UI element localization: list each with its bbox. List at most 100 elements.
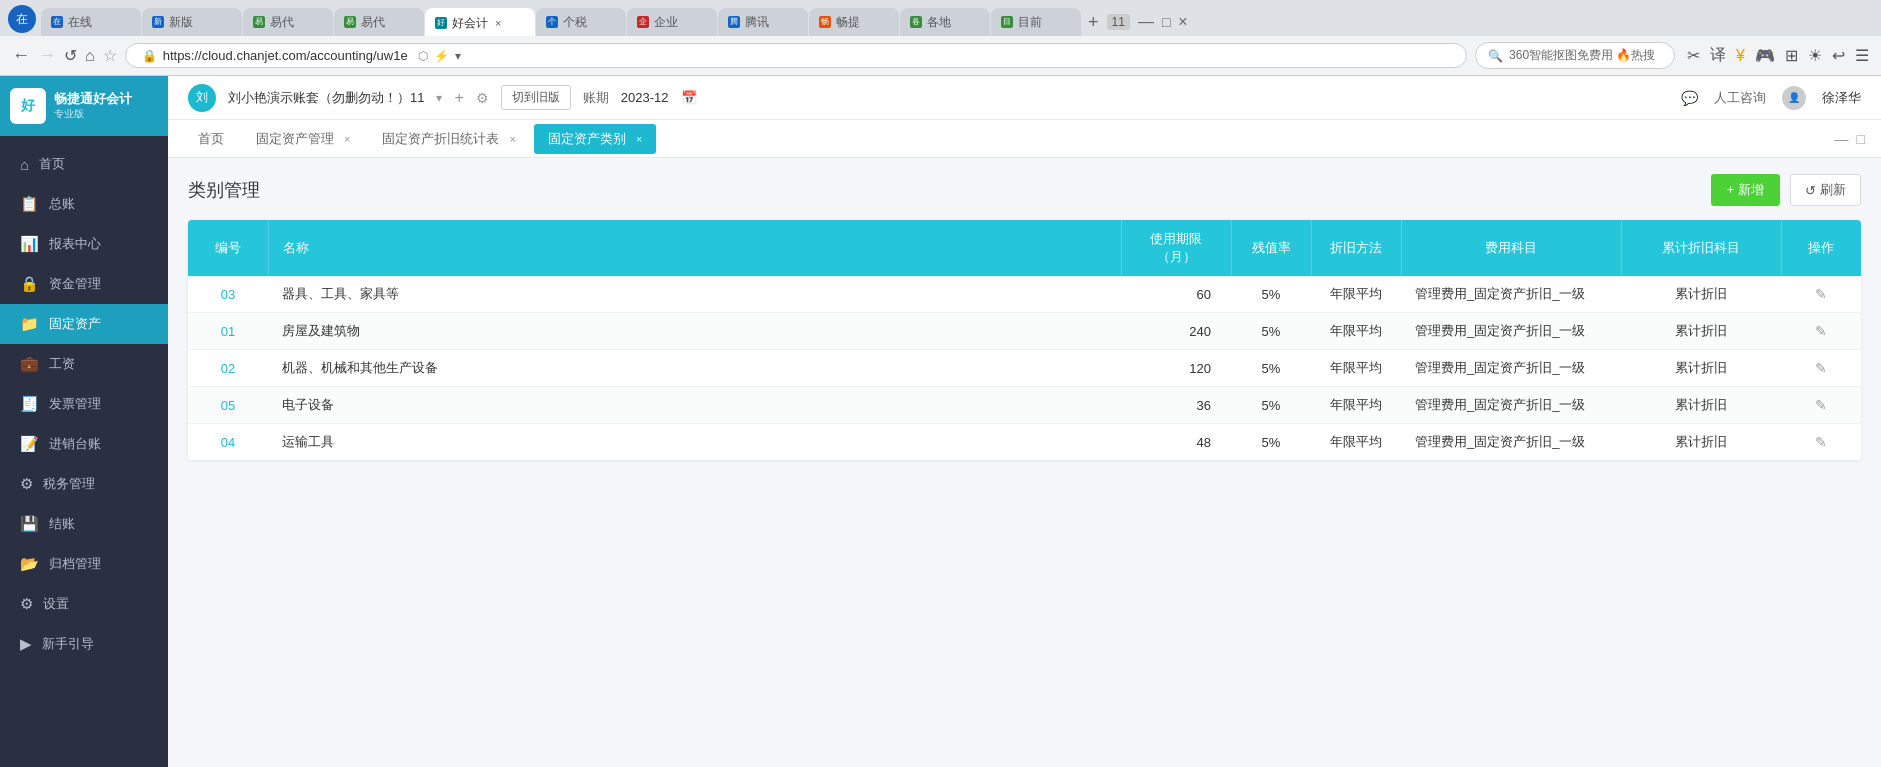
browser-tab-畅提[interactable]: 畅 畅提 <box>809 8 899 36</box>
bookmark-btn[interactable]: ☆ <box>103 46 117 65</box>
tab-close-fixed-assets-depreciation[interactable]: × <box>509 124 515 154</box>
sidebar-item-purchase-sales[interactable]: 📝 进销台账 <box>0 424 168 464</box>
tab-close-好会计[interactable]: × <box>495 17 501 29</box>
sidebar-logo-text-block: 畅捷通好会计 专业版 <box>54 91 132 122</box>
tab-favicon-目前: 目 <box>1001 16 1013 28</box>
cell-code-2: 02 <box>188 350 268 387</box>
grid-icon[interactable]: ⊞ <box>1785 46 1798 65</box>
sidebar-item-reports[interactable]: 📊 报表中心 <box>0 224 168 264</box>
browser-tab-企业[interactable]: 企 企业 <box>627 8 717 36</box>
new-tab-btn[interactable]: + <box>1088 8 1099 36</box>
sidebar-item-settlement[interactable]: 💾 结账 <box>0 504 168 544</box>
sidebar-item-guide[interactable]: ▶ 新手引导 <box>0 624 168 664</box>
sidebar-label-reports: 报表中心 <box>49 235 101 253</box>
browser-tab-易代2[interactable]: 易 易代 <box>334 8 424 36</box>
switch-version-btn[interactable]: 切到旧版 <box>501 85 571 110</box>
sidebar-item-settings[interactable]: ⚙ 设置 <box>0 584 168 624</box>
browser-tab-个税[interactable]: 个 个税 <box>536 8 626 36</box>
account-add[interactable]: + <box>454 89 463 107</box>
cell-name-3: 电子设备 <box>268 387 1121 424</box>
col-header-action: 操作 <box>1781 220 1861 276</box>
sidebar-item-invoice[interactable]: 🧾 发票管理 <box>0 384 168 424</box>
url-dropdown[interactable]: ▾ <box>455 49 461 63</box>
browser-tab-易代1[interactable]: 易 易代 <box>243 8 333 36</box>
browser-tab-腾讯[interactable]: 腾 腾讯 <box>718 8 808 36</box>
brightness-icon[interactable]: ☀ <box>1808 46 1822 65</box>
browser-tab-目前[interactable]: 目 目前 <box>991 8 1081 36</box>
undo-icon[interactable]: ↩ <box>1832 46 1845 65</box>
browser-tab-各地[interactable]: 各 各地 <box>900 8 990 36</box>
tab-favicon-腾讯: 腾 <box>728 16 740 28</box>
page-content: 类别管理 + 新增 ↺ 刷新 编号 名称 <box>168 158 1881 767</box>
sidebar-item-archive[interactable]: 📂 归档管理 <box>0 544 168 584</box>
menu-icon[interactable]: ☰ <box>1855 46 1869 65</box>
cell-depreciation-3: 累计折旧 <box>1621 387 1781 424</box>
tab-label-新版: 新版 <box>169 14 193 31</box>
home-icon: ⌂ <box>20 156 29 173</box>
sidebar-item-ledger[interactable]: 📋 总账 <box>0 184 168 224</box>
back-btn[interactable]: ← <box>12 45 30 66</box>
tab-favicon-在线: 在 <box>51 16 63 28</box>
tab-win-maximize[interactable]: □ <box>1857 131 1865 147</box>
window-minimize[interactable]: — <box>1138 13 1154 31</box>
account-settings-icon[interactable]: ⚙ <box>476 90 489 106</box>
tab-win-minimize[interactable]: — <box>1835 131 1849 147</box>
consult-icon: 💬 <box>1681 90 1698 106</box>
search-box[interactable]: 🔍 360智能抠图免费用 🔥热搜 <box>1475 42 1675 69</box>
page-title: 类别管理 <box>188 178 260 202</box>
cell-action-4[interactable]: ✎ <box>1781 424 1861 461</box>
reload-btn[interactable]: ↺ <box>64 46 77 65</box>
period-label: 账期 <box>583 89 609 107</box>
tab-overflow-count[interactable]: 11 <box>1107 14 1130 30</box>
sidebar-item-payroll[interactable]: 💼 工资 <box>0 344 168 384</box>
browser-tab-新版[interactable]: 新 新版 <box>142 8 242 36</box>
tab-close-fixed-assets-mgmt[interactable]: × <box>344 124 350 154</box>
cell-name-4: 运输工具 <box>268 424 1121 461</box>
scissors-icon[interactable]: ✂ <box>1687 46 1700 65</box>
refresh-btn[interactable]: ↺ 刷新 <box>1790 174 1861 206</box>
settings-icon: ⚙ <box>20 595 33 613</box>
app-header-left: 刘 刘小艳演示账套（勿删勿动！）11 ▾ + ⚙ 切到旧版 账期 2023-12… <box>188 84 697 112</box>
tab-fixed-assets-mgmt[interactable]: 固定资产管理 × <box>242 124 364 154</box>
tab-fixed-assets-category[interactable]: 固定资产类别 × <box>534 124 656 154</box>
forward-btn[interactable]: → <box>38 45 56 66</box>
edit-icon-1[interactable]: ✎ <box>1815 323 1827 339</box>
sidebar-item-home[interactable]: ⌂ 首页 <box>0 144 168 184</box>
tab-home[interactable]: 首页 <box>184 124 238 154</box>
wallet-icon[interactable]: ¥ <box>1736 47 1745 65</box>
url-bar[interactable]: 🔒 https://cloud.chanjet.com/accounting/u… <box>125 43 1467 68</box>
translate-icon[interactable]: 译 <box>1710 45 1726 66</box>
sidebar-item-fixed-assets[interactable]: 📁 固定资产 <box>0 304 168 344</box>
tab-fixed-assets-depreciation[interactable]: 固定资产折旧统计表 × <box>368 124 529 154</box>
browser-tab-在线[interactable]: 在 在线 <box>41 8 141 36</box>
site-info-btn[interactable]: ⬡ <box>418 49 428 63</box>
calendar-icon[interactable]: 📅 <box>681 90 697 105</box>
tab-label-易代1: 易代 <box>270 14 294 31</box>
edit-icon-3[interactable]: ✎ <box>1815 397 1827 413</box>
cell-residual-0: 5% <box>1231 276 1311 313</box>
consult-label[interactable]: 人工咨询 <box>1714 89 1766 107</box>
reports-icon: 📊 <box>20 235 39 253</box>
cell-action-0[interactable]: ✎ <box>1781 276 1861 313</box>
col-header-period: 使用期限（月） <box>1121 220 1231 276</box>
window-close[interactable]: × <box>1178 13 1187 31</box>
sidebar-item-tax[interactable]: ⚙ 税务管理 <box>0 464 168 504</box>
game-icon[interactable]: 🎮 <box>1755 46 1775 65</box>
sidebar-item-funds[interactable]: 🔒 资金管理 <box>0 264 168 304</box>
account-expand[interactable]: ▾ <box>436 91 442 105</box>
cell-action-3[interactable]: ✎ <box>1781 387 1861 424</box>
home-btn[interactable]: ⌂ <box>85 47 95 65</box>
edit-icon-0[interactable]: ✎ <box>1815 286 1827 302</box>
edit-icon-2[interactable]: ✎ <box>1815 360 1827 376</box>
cell-action-2[interactable]: ✎ <box>1781 350 1861 387</box>
search-icon: 🔍 <box>1488 49 1503 63</box>
cell-method-2: 年限平均 <box>1311 350 1401 387</box>
browser-tab-好会计[interactable]: 好 好会计 × <box>425 8 535 36</box>
window-maximize[interactable]: □ <box>1162 14 1170 30</box>
tab-close-fixed-assets-category[interactable]: × <box>636 124 642 154</box>
browser-sidebar-btn[interactable]: 在 <box>8 5 36 33</box>
cell-action-1[interactable]: ✎ <box>1781 313 1861 350</box>
page-tabs: 首页 固定资产管理 × 固定资产折旧统计表 × 固定资产类别 × — □ <box>168 120 1881 158</box>
edit-icon-4[interactable]: ✎ <box>1815 434 1827 450</box>
add-btn[interactable]: + 新增 <box>1711 174 1780 206</box>
